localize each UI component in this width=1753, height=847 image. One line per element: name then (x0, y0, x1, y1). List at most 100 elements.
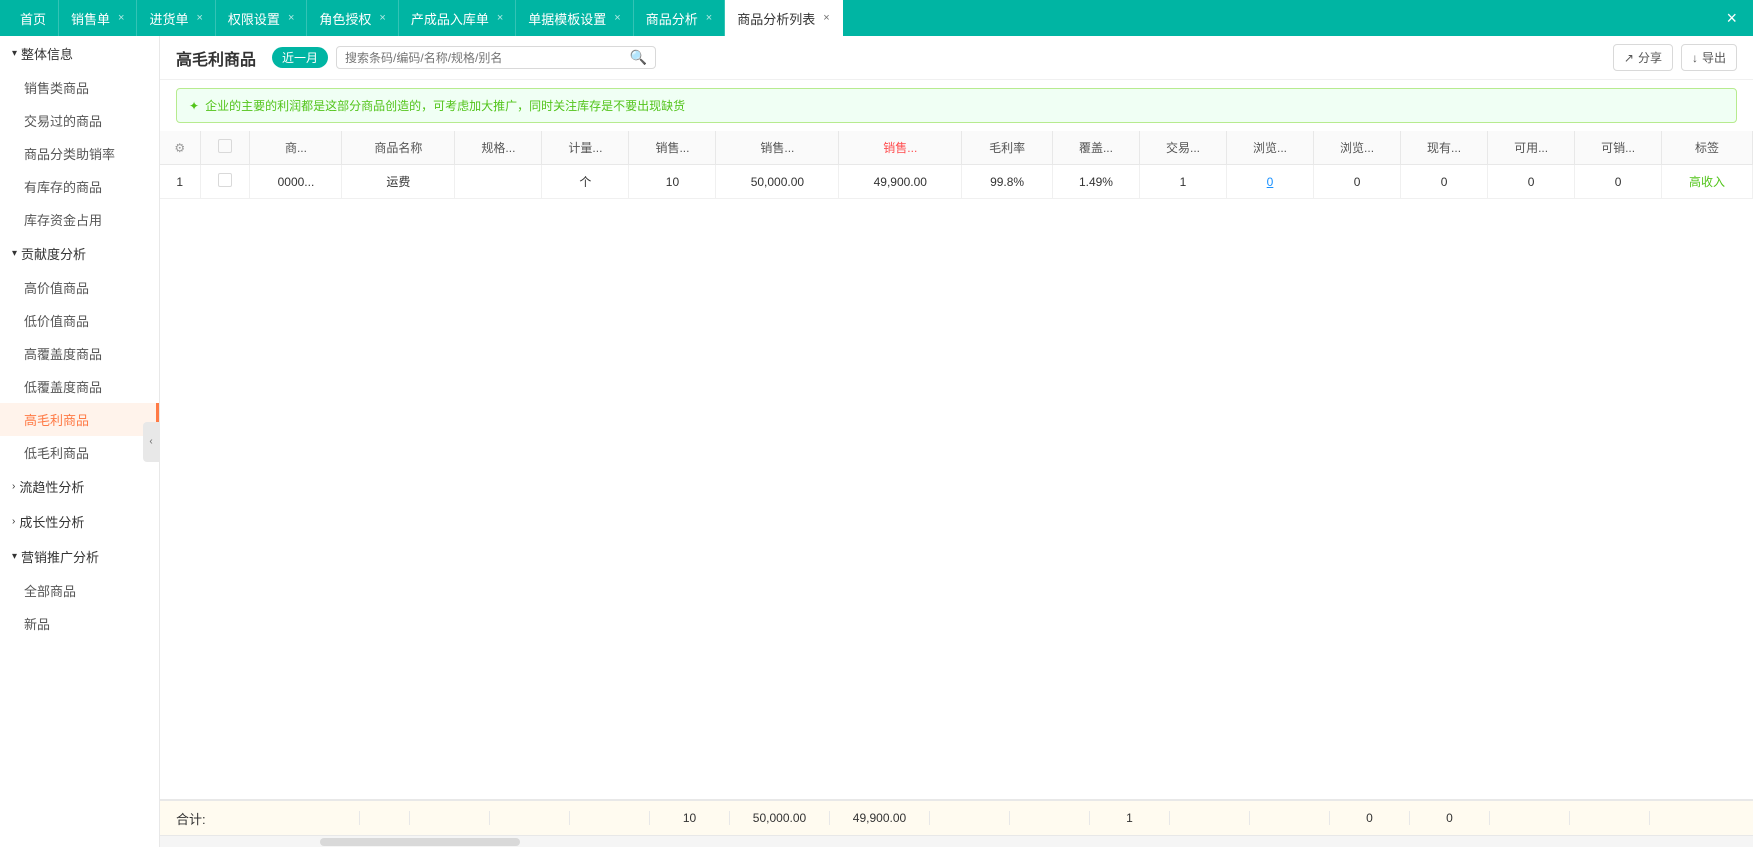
cell-name: 运费 (342, 165, 455, 199)
arrow-contribution: ▾ (12, 248, 17, 259)
cell-sales-amount: 50,000.00 (716, 165, 839, 199)
nav-close-all[interactable]: × (1718, 8, 1745, 29)
col-settings[interactable]: ⚙ (160, 131, 200, 165)
sidebar-item-high-coverage[interactable]: 高覆盖度商品 (0, 337, 159, 370)
table-container: ⚙ 商... 商品名称 规格... 计量... 销售... 销售... 销售..… (160, 131, 1753, 799)
browse1-link[interactable]: 0 (1267, 175, 1274, 189)
sidebar-item-high-margin[interactable]: 高毛利商品 (0, 403, 159, 436)
footer-cell-sales-qty: 10 (650, 811, 730, 825)
nav-tab-home[interactable]: 首页 (8, 0, 59, 36)
footer-cell-empty11 (1570, 811, 1650, 825)
sidebar-item-low-margin[interactable]: 低毛利商品 (0, 436, 159, 469)
cell-browse1[interactable]: 0 (1227, 165, 1314, 199)
cell-unit: 个 (542, 165, 629, 199)
col-current-stock[interactable]: 现有... (1401, 131, 1488, 165)
close-sales-tab[interactable]: × (118, 12, 124, 24)
col-sellable[interactable]: 可销... (1575, 131, 1662, 165)
col-transactions[interactable]: 交易... (1140, 131, 1227, 165)
sidebar-item-stock-capital[interactable]: 库存资金占用 (0, 203, 159, 236)
close-purchase-tab[interactable]: × (196, 12, 202, 24)
footer-cell-empty7 (1010, 811, 1090, 825)
cell-tag: 高收入 (1662, 165, 1753, 199)
nav-tab-role[interactable]: 角色授权 × (307, 0, 398, 36)
col-browse1[interactable]: 浏览... (1227, 131, 1314, 165)
arrow-trend: › (12, 481, 15, 492)
sidebar-group-growth-label: 成长性分析 (19, 512, 84, 531)
close-permission-tab[interactable]: × (288, 12, 294, 24)
sidebar-group-marketing[interactable]: ▾ 营销推广分析 (0, 539, 159, 574)
export-button[interactable]: ↓ 导出 (1681, 44, 1737, 71)
footer-cell-empty3 (410, 811, 490, 825)
footer-cell-empty4 (490, 811, 570, 825)
cell-current-stock: 0 (1401, 165, 1488, 199)
time-filter-button[interactable]: 近一月 (272, 47, 328, 68)
close-goods-analysis-tab[interactable]: × (706, 12, 712, 24)
table-row: 1 0000... 运费 个 10 50,000.00 49,900.00 99… (160, 165, 1753, 199)
cell-browse2: 0 (1314, 165, 1401, 199)
col-unit[interactable]: 计量... (542, 131, 629, 165)
cell-sales-profit: 49,900.00 (839, 165, 962, 199)
col-spec[interactable]: 规格... (455, 131, 542, 165)
sidebar-item-low-coverage[interactable]: 低覆盖度商品 (0, 370, 159, 403)
scrollbar-thumb[interactable] (320, 838, 520, 846)
sidebar-item-low-value[interactable]: 低价值商品 (0, 304, 159, 337)
search-input[interactable] (345, 51, 626, 65)
col-sales-amount[interactable]: 销售... (716, 131, 839, 165)
col-name[interactable]: 商品名称 (342, 131, 455, 165)
nav-tab-goods-analysis-list[interactable]: 商品分析列表 × (725, 0, 842, 36)
col-available[interactable]: 可用... (1488, 131, 1575, 165)
col-cover-rate[interactable]: 覆盖... (1052, 131, 1139, 165)
share-button[interactable]: ↗ 分享 (1613, 44, 1673, 71)
footer-cell-empty10 (1490, 811, 1570, 825)
footer-cell-current-stock: 0 (1330, 811, 1410, 825)
nav-tab-home-label: 首页 (20, 9, 46, 28)
sidebar-item-category-sales-rate[interactable]: 商品分类助销率 (0, 137, 159, 170)
sidebar-group-contribution[interactable]: ▾ 贡献度分析 (0, 236, 159, 271)
col-sales-qty[interactable]: 销售... (629, 131, 716, 165)
sidebar-group-trend[interactable]: › 流趋性分析 (0, 469, 159, 504)
sidebar-item-new-goods[interactable]: 新品 (0, 607, 159, 640)
nav-tab-permission[interactable]: 权限设置 × (216, 0, 307, 36)
footer-cell-empty1 (320, 811, 360, 825)
cell-available: 0 (1488, 165, 1575, 199)
close-goods-analysis-list-tab[interactable]: × (823, 12, 829, 24)
close-role-tab[interactable]: × (379, 12, 385, 24)
col-sales-profit[interactable]: 销售... (839, 131, 962, 165)
arrow-growth: › (12, 516, 15, 527)
footer-total-label: 合计: (160, 809, 320, 828)
sidebar-group-growth[interactable]: › 成长性分析 (0, 504, 159, 539)
col-gross-rate[interactable]: 毛利率 (962, 131, 1053, 165)
horizontal-scrollbar[interactable] (160, 835, 1753, 847)
sidebar-item-sales-goods[interactable]: 销售类商品 (0, 71, 159, 104)
nav-tab-goods-analysis[interactable]: 商品分析 × (634, 0, 725, 36)
export-icon: ↓ (1692, 51, 1698, 65)
nav-tab-finished-goods[interactable]: 产成品入库单 × (399, 0, 516, 36)
footer-cell-empty8 (1170, 811, 1250, 825)
arrow-marketing: ▾ (12, 551, 17, 562)
cell-checkbox[interactable] (200, 165, 250, 199)
table-header-row: ⚙ 商... 商品名称 规格... 计量... 销售... 销售... 销售..… (160, 131, 1753, 165)
share-label: 分享 (1638, 49, 1662, 66)
close-finished-goods-tab[interactable]: × (497, 12, 503, 24)
search-icon[interactable]: 🔍 (630, 49, 647, 66)
col-code[interactable]: 商... (250, 131, 342, 165)
header-actions: ↗ 分享 ↓ 导出 (1613, 44, 1737, 71)
sidebar-collapse-button[interactable]: ‹ (143, 422, 159, 462)
header-checkbox[interactable] (218, 139, 232, 153)
sidebar-item-traded-goods[interactable]: 交易过的商品 (0, 104, 159, 137)
nav-tab-template[interactable]: 单据模板设置 × (516, 0, 633, 36)
col-browse2[interactable]: 浏览... (1314, 131, 1401, 165)
sidebar-item-in-stock-goods[interactable]: 有库存的商品 (0, 170, 159, 203)
nav-tab-sales[interactable]: 销售单 × (59, 0, 137, 36)
nav-tab-purchase[interactable]: 进货单 × (137, 0, 215, 36)
col-tag[interactable]: 标签 (1662, 131, 1753, 165)
sidebar-group-overall[interactable]: ▾ 整体信息 (0, 36, 159, 71)
sidebar-item-all-goods[interactable]: 全部商品 (0, 574, 159, 607)
sidebar-item-high-value[interactable]: 高价值商品 (0, 271, 159, 304)
sidebar: ▾ 整体信息 销售类商品 交易过的商品 商品分类助销率 有库存的商品 库存资金占… (0, 36, 160, 847)
close-template-tab[interactable]: × (614, 12, 620, 24)
info-banner: ✦ 企业的主要的利润都是这部分商品创造的，可考虑加大推广，同时关注库存是不要出现… (176, 88, 1737, 123)
row-checkbox[interactable] (218, 173, 232, 187)
nav-tab-goods-analysis-label: 商品分析 (646, 9, 698, 28)
settings-icon[interactable]: ⚙ (174, 141, 185, 155)
